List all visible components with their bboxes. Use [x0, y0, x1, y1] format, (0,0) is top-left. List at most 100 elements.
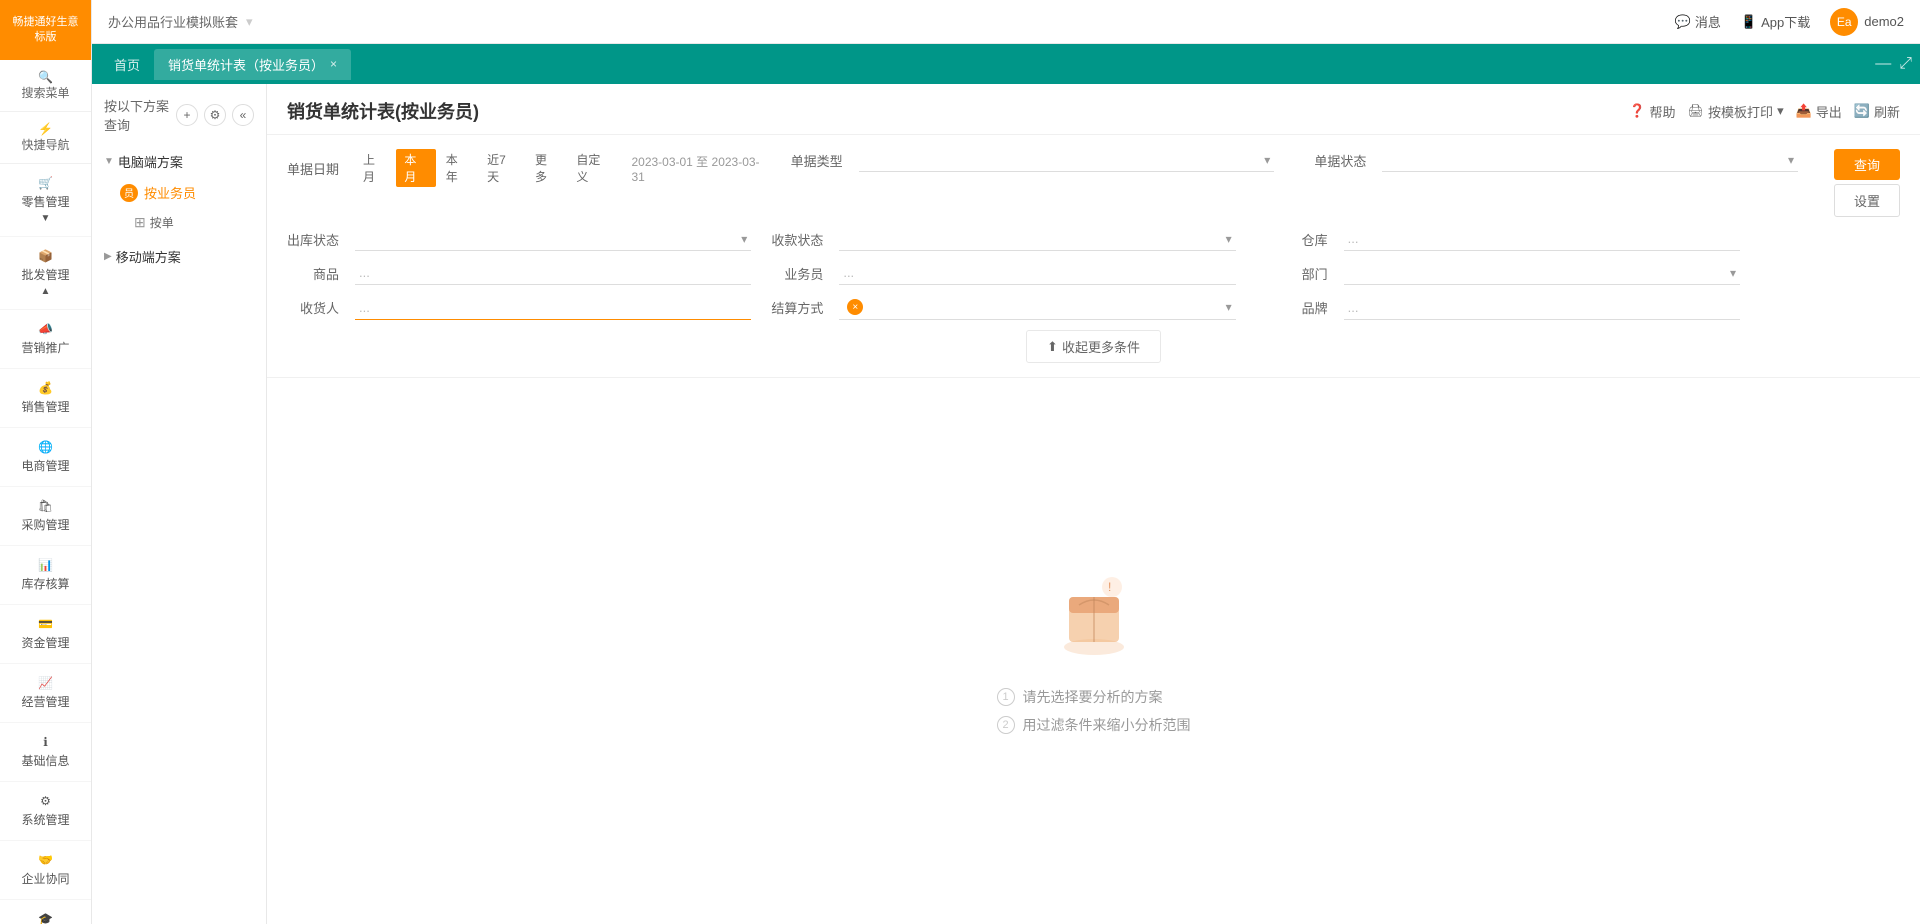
lp-pc-header[interactable]: ▼ 电脑端方案 [92, 146, 266, 177]
warehouse-label: 仓库 [1276, 230, 1328, 249]
message-btn[interactable]: 💬 消息 [1675, 12, 1721, 31]
sidebar-item-enterprise[interactable]: 🤝 企业协同 [0, 841, 91, 900]
doc-status-select[interactable]: ▾ [1382, 149, 1798, 172]
print-btn[interactable]: 🖨 按模板打印 ▾ [1688, 102, 1784, 121]
top-header-left: 办公用品行业模拟账套 ▾ [108, 12, 253, 31]
sidebar-item-newbie[interactable]: 🎓 新手引导 [0, 900, 91, 924]
tab-active[interactable]: 销货单统计表（按业务员） × [154, 49, 351, 80]
date-tab-this-month[interactable]: 本月 [396, 149, 435, 187]
sidebar-item-purchase[interactable]: 🛍 采购管理 [0, 487, 91, 546]
tab-close-btn[interactable]: × [330, 57, 337, 71]
date-tab-last-month[interactable]: 上月 [355, 149, 394, 187]
sidebar-item-retail[interactable]: 🛒 零售管理 ▼ [0, 164, 91, 237]
tab-bar-actions: — ⤢ [1875, 55, 1912, 73]
out-status-select[interactable]: ▾ [355, 228, 751, 251]
sidebar-item-basic[interactable]: ℹ 基础信息 [0, 723, 91, 782]
goods-filter: 商品 ... [287, 261, 751, 285]
page-header-actions: ❓ 帮助 🖨 按模板打印 ▾ 📤 导出 🔄 刷新 [1629, 102, 1900, 121]
date-range: 2023-03-01 至 2023-03-31 [631, 153, 770, 184]
department-label: 部门 [1276, 264, 1328, 283]
brand-filter: 品牌 ... [1256, 296, 1760, 320]
settle-clear-btn[interactable]: × [847, 299, 863, 315]
tab-home[interactable]: 首页 [100, 49, 154, 80]
settle-method-filter: 结算方式 × ▾ [751, 295, 1255, 320]
sidebar-item-sales[interactable]: 💰 销售管理 [0, 369, 91, 428]
date-tab-7days[interactable]: 近7天 [479, 149, 525, 187]
doc-type-filter: 单据类型 ▾ [771, 149, 1295, 172]
lp-mobile-header[interactable]: ▶ 移动端方案 [92, 241, 266, 272]
tab-maximize-btn[interactable]: ⤢ [1899, 55, 1912, 73]
collapse-filters-btn[interactable]: ⬆ 收起更多条件 [1026, 330, 1161, 363]
doc-status-filter: 单据状态 ▾ [1294, 149, 1818, 172]
date-tab-more[interactable]: 更多 [527, 149, 566, 187]
receipt-status-select[interactable]: ▾ [839, 228, 1235, 251]
sidebar-quick-nav[interactable]: ⚡ 快捷导航 [0, 112, 91, 164]
enterprise-icon: 🤝 [38, 853, 53, 867]
empty-state: ! 1 请先选择要分析的方案 2 用过滤条件来缩小分析范围 [267, 378, 1920, 924]
chevron-down-icon: ▼ [41, 213, 51, 224]
consignee-input[interactable]: ... [355, 296, 751, 320]
date-tab-this-year[interactable]: 本年 [438, 149, 477, 187]
query-settings-actions: 查询 设置 [1834, 149, 1900, 217]
sidebar-item-marketing[interactable]: 📣 营销推广 [0, 310, 91, 369]
receipt-status-label: 收款状态 [771, 230, 823, 249]
tab-bar: 首页 销货单统计表（按业务员） × — ⤢ [92, 44, 1920, 84]
help-btn[interactable]: ❓ 帮助 [1629, 102, 1675, 121]
sidebar-item-inventory[interactable]: 📊 库存核算 [0, 546, 91, 605]
left-panel-title: 按以下方案查询 [104, 96, 176, 134]
user-area[interactable]: Ea demo2 [1830, 8, 1904, 36]
purchase-icon: 🛍 [38, 499, 53, 513]
page-title: 销货单统计表(按业务员) [287, 98, 479, 124]
warehouse-select[interactable]: ... [1344, 227, 1740, 251]
sidebar: 畅捷通好生意 标版 🔍 搜索菜单 ⚡ 快捷导航 🛒 零售管理 ▼ 📦 批发管理 … [0, 0, 92, 924]
breadcrumb-arrow: ▾ [246, 14, 253, 30]
date-filter-row: 单据日期 上月 本月 本年 近7天 更多 自定义 2023-03-01 至 20… [287, 149, 771, 187]
refresh-btn[interactable]: 🔄 刷新 [1854, 102, 1900, 121]
receipt-status-filter: 收款状态 ▾ [751, 228, 1255, 251]
settings-btn[interactable]: 设置 [1834, 184, 1900, 217]
settle-method-select[interactable]: × ▾ [839, 295, 1235, 320]
date-tab-custom[interactable]: 自定义 [568, 149, 619, 187]
marketing-icon: 📣 [38, 322, 53, 336]
sidebar-item-wholesale[interactable]: 📦 批发管理 ▲ [0, 237, 91, 310]
system-icon: ⚙ [40, 794, 51, 808]
goods-select[interactable]: ... [355, 261, 751, 285]
settle-method-label: 结算方式 [771, 298, 823, 317]
refresh-icon: 🔄 [1854, 103, 1870, 119]
tab-minimize-btn[interactable]: — [1875, 55, 1891, 73]
lp-mobile-label: 移动端方案 [116, 247, 181, 266]
sidebar-logo-text: 畅捷通好生意 标版 [13, 15, 79, 46]
lp-item-by-doc[interactable]: ⊞ 按单 [92, 208, 266, 237]
department-select[interactable]: ▾ [1344, 262, 1740, 285]
retail-icon: 🛒 [38, 176, 53, 190]
finance-icon: 💳 [38, 617, 53, 631]
lp-item-salesperson[interactable]: 员 按业务员 [92, 177, 266, 208]
sidebar-item-ecommerce[interactable]: 🌐 电商管理 [0, 428, 91, 487]
consignee-label: 收货人 [287, 298, 339, 317]
collapse-panel-btn[interactable]: « [232, 104, 254, 126]
sidebar-item-operations[interactable]: 📈 经营管理 [0, 664, 91, 723]
doc-status-arrow: ▾ [1788, 153, 1794, 167]
print-icon: 🖨 [1688, 103, 1705, 119]
add-scheme-btn[interactable]: + [176, 104, 198, 126]
export-btn[interactable]: 📤 导出 [1796, 102, 1842, 121]
step-num-2: 2 [997, 716, 1015, 734]
lp-section-pc: ▼ 电脑端方案 员 按业务员 ⊞ 按单 [92, 146, 266, 237]
search-icon: 🔍 [8, 70, 83, 84]
query-btn[interactable]: 查询 [1834, 149, 1900, 180]
sidebar-item-finance[interactable]: 💳 资金管理 [0, 605, 91, 664]
salesperson-select[interactable]: ... [839, 261, 1235, 285]
operations-icon: 📈 [38, 676, 53, 690]
filter-row-4: 收货人 ... 结算方式 × ▾ 品牌 [287, 295, 1900, 320]
brand-select[interactable]: ... [1344, 296, 1740, 320]
sidebar-search[interactable]: 🔍 搜索菜单 [0, 60, 91, 112]
sidebar-item-system[interactable]: ⚙ 系统管理 [0, 782, 91, 841]
goods-label: 商品 [287, 264, 339, 283]
out-status-arrow: ▾ [741, 232, 747, 246]
app-download-btn[interactable]: 📱 App下载 [1741, 12, 1810, 31]
top-header: 办公用品行业模拟账套 ▾ 💬 消息 📱 App下载 Ea demo2 [92, 0, 1920, 44]
sidebar-logo[interactable]: 畅捷通好生意 标版 [0, 0, 91, 60]
doc-type-select[interactable]: ▾ [859, 149, 1275, 172]
settings-scheme-btn[interactable]: ⚙ [204, 104, 226, 126]
export-icon: 📤 [1796, 103, 1812, 119]
